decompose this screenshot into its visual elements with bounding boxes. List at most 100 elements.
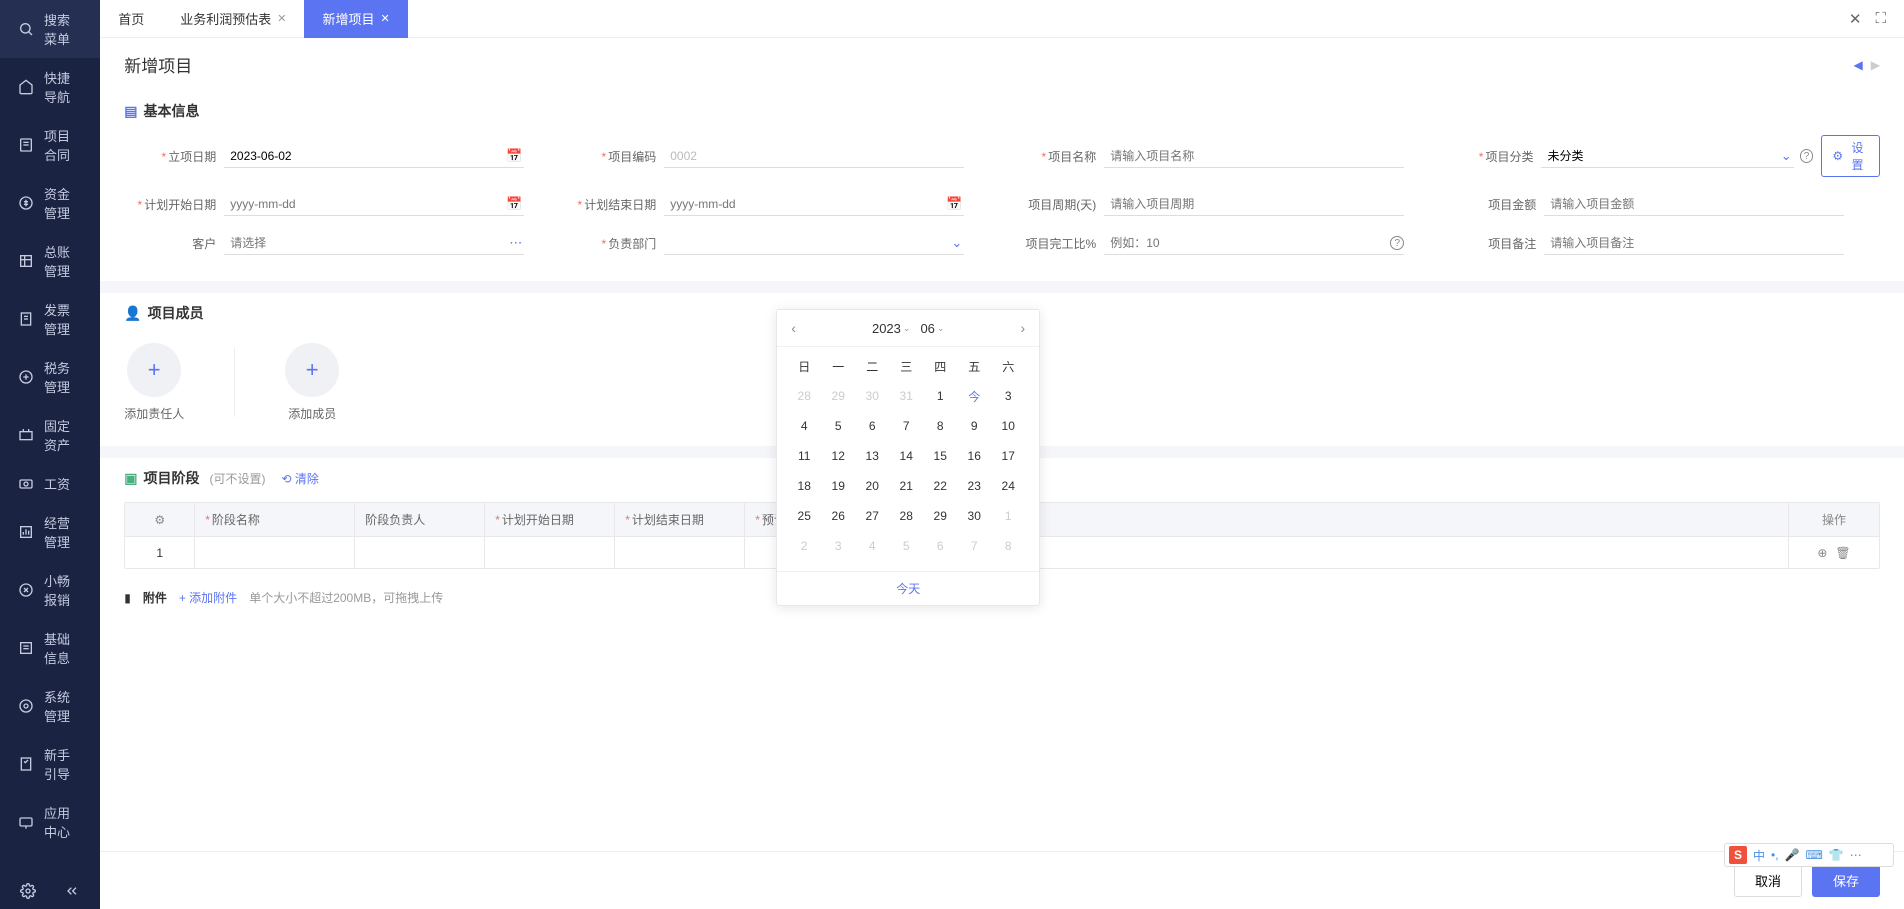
remark-input[interactable] <box>1544 232 1844 254</box>
sidebar-item-7[interactable]: 固定资产 <box>0 406 100 464</box>
add-member-button[interactable]: + <box>285 343 339 397</box>
today-button[interactable]: 今天 <box>777 571 1039 605</box>
dept-select[interactable] <box>664 232 949 254</box>
date-cell[interactable]: 28 <box>889 501 923 531</box>
amount-input[interactable] <box>1544 193 1844 215</box>
date-cell[interactable]: 26 <box>821 501 855 531</box>
plan-start-input[interactable] <box>224 193 504 215</box>
tab-1[interactable]: 业务利润预估表✕ <box>162 0 304 38</box>
complete-pct-input[interactable] <box>1104 232 1384 254</box>
date-cell[interactable]: 1 <box>991 501 1025 531</box>
date-cell[interactable]: 19 <box>821 471 855 501</box>
cancel-button[interactable]: 取消 <box>1734 864 1802 897</box>
sidebar-item-10[interactable]: 小畅报销 <box>0 561 100 619</box>
ime-punct-icon[interactable]: •, <box>1771 848 1779 862</box>
sidebar-item-13[interactable]: 新手引导 <box>0 735 100 793</box>
sidebar-item-14[interactable]: 应用中心 <box>0 793 100 851</box>
gear-icon[interactable]: ⚙ <box>154 513 165 527</box>
close-icon[interactable]: ✕ <box>277 12 286 25</box>
date-cell[interactable]: 15 <box>923 441 957 471</box>
date-cell[interactable]: 13 <box>855 441 889 471</box>
add-owner-button[interactable]: + <box>127 343 181 397</box>
sidebar-item-0[interactable]: 搜索菜单 <box>0 0 100 58</box>
sidebar-item-1[interactable]: 快捷导航 <box>0 58 100 116</box>
period-input[interactable] <box>1104 193 1404 215</box>
date-cell[interactable]: 6 <box>855 411 889 441</box>
tab-2[interactable]: 新增项目✕ <box>304 0 407 38</box>
date-cell[interactable]: 9 <box>957 411 991 441</box>
date-cell[interactable]: 8 <box>923 411 957 441</box>
date-cell[interactable]: 30 <box>957 501 991 531</box>
project-code-input[interactable] <box>664 145 964 167</box>
ime-voice-icon[interactable]: 🎤 <box>1785 848 1800 862</box>
ime-menu-icon[interactable]: ⋯ <box>1850 848 1862 862</box>
date-cell[interactable]: 11 <box>787 441 821 471</box>
date-cell[interactable]: 23 <box>957 471 991 501</box>
plan-end-input[interactable] <box>664 193 944 215</box>
date-cell[interactable]: 25 <box>787 501 821 531</box>
next-month-icon[interactable]: › <box>1021 320 1026 336</box>
date-cell[interactable]: 31 <box>889 381 923 411</box>
tab-0[interactable]: 首页 <box>100 0 162 38</box>
save-button[interactable]: 保存 <box>1812 864 1880 897</box>
clear-button[interactable]: ⟲ 清除 <box>281 470 318 487</box>
calendar-icon[interactable]: 📅 <box>504 196 524 212</box>
date-cell[interactable]: 27 <box>855 501 889 531</box>
sidebar-item-5[interactable]: 发票管理 <box>0 290 100 348</box>
customer-select[interactable] <box>224 232 507 254</box>
ime-keyboard-icon[interactable]: ⌨ <box>1806 848 1823 862</box>
delete-row-icon[interactable]: 🗑 <box>1835 546 1850 560</box>
date-cell[interactable]: 8 <box>991 531 1025 561</box>
create-date-input[interactable] <box>224 145 504 167</box>
chevron-down-icon[interactable]: ⌄ <box>1779 148 1794 164</box>
sidebar-item-4[interactable]: 总账管理 <box>0 232 100 290</box>
date-cell[interactable]: 7 <box>889 411 923 441</box>
date-cell[interactable]: 30 <box>855 381 889 411</box>
date-cell[interactable]: 29 <box>821 381 855 411</box>
date-cell[interactable]: 22 <box>923 471 957 501</box>
date-cell[interactable]: 16 <box>957 441 991 471</box>
sidebar-item-6[interactable]: 税务管理 <box>0 348 100 406</box>
fullscreen-icon[interactable]: ⛶ <box>1875 10 1886 27</box>
help-icon[interactable]: ? <box>1800 149 1814 163</box>
date-cell[interactable]: 4 <box>787 411 821 441</box>
date-cell[interactable]: 20 <box>855 471 889 501</box>
ime-lang[interactable]: 中 <box>1753 847 1765 864</box>
prev-month-icon[interactable]: ‹ <box>791 320 796 336</box>
date-cell[interactable]: 5 <box>889 531 923 561</box>
date-cell[interactable]: 24 <box>991 471 1025 501</box>
month-select[interactable]: 06⌄ <box>920 321 944 336</box>
add-row-icon[interactable]: ⊕ <box>1817 546 1827 560</box>
close-icon[interactable]: ✕ <box>380 12 389 25</box>
ime-skin-icon[interactable]: 👕 <box>1829 848 1844 862</box>
date-cell[interactable]: 18 <box>787 471 821 501</box>
calendar-icon[interactable]: 📅 <box>504 148 524 164</box>
date-cell[interactable]: 7 <box>957 531 991 561</box>
date-cell[interactable]: 21 <box>889 471 923 501</box>
date-cell[interactable]: 14 <box>889 441 923 471</box>
sidebar-item-2[interactable]: 项目合同 <box>0 116 100 174</box>
sidebar-item-3[interactable]: 资金管理 <box>0 174 100 232</box>
settings-icon[interactable] <box>20 883 36 899</box>
date-cell[interactable]: 今 <box>957 381 991 411</box>
config-button[interactable]: ⚙ 设置 <box>1821 135 1880 177</box>
date-cell[interactable]: 6 <box>923 531 957 561</box>
date-cell[interactable]: 29 <box>923 501 957 531</box>
collapse-icon[interactable] <box>64 883 80 899</box>
sidebar-item-11[interactable]: 基础信息 <box>0 619 100 677</box>
year-select[interactable]: 2023⌄ <box>872 321 910 336</box>
next-page-icon[interactable]: ▶ <box>1871 58 1880 72</box>
date-cell[interactable]: 17 <box>991 441 1025 471</box>
more-icon[interactable]: ⋯ <box>507 235 524 251</box>
project-type-select[interactable] <box>1541 145 1778 167</box>
date-cell[interactable]: 28 <box>787 381 821 411</box>
sidebar-item-8[interactable]: 工资 <box>0 464 100 503</box>
close-all-icon[interactable]: ✕ <box>1849 10 1862 28</box>
date-cell[interactable]: 1 <box>923 381 957 411</box>
ime-bar[interactable]: S 中 •, 🎤 ⌨ 👕 ⋯ <box>1724 843 1894 867</box>
date-cell[interactable]: 3 <box>991 381 1025 411</box>
prev-page-icon[interactable]: ◀ <box>1854 58 1863 72</box>
help-icon[interactable]: ? <box>1390 236 1404 250</box>
date-cell[interactable]: 12 <box>821 441 855 471</box>
add-attach-button[interactable]: + 添加附件 <box>179 589 237 606</box>
